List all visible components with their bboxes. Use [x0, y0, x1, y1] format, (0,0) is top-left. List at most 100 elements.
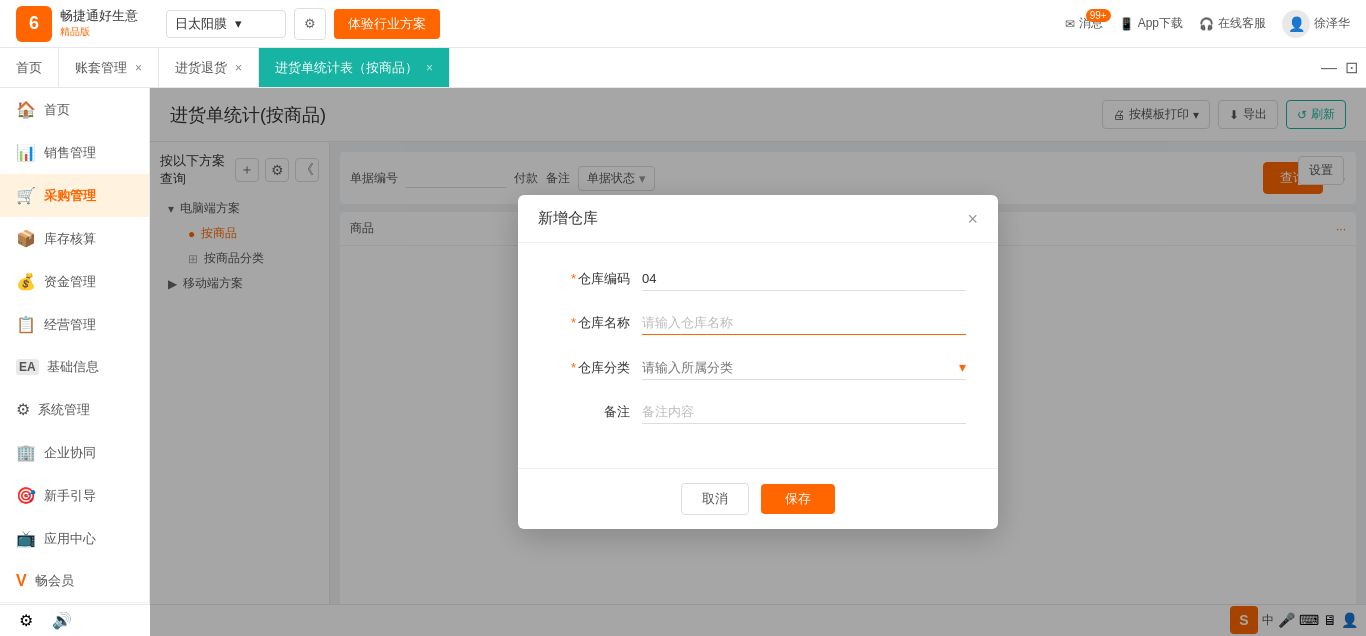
sidebar-item-basic-info[interactable]: EA 基础信息 [0, 346, 149, 388]
home-tab-label: 首页 [16, 59, 42, 77]
tab-purchase-stats[interactable]: 进货单统计表（按商品） × [259, 48, 450, 87]
sidebar-item-purchase[interactable]: 🛒 采购管理 [0, 174, 149, 217]
system-icon: ⚙ [16, 400, 30, 419]
sidebar: 🏠 首页 📊 销售管理 🛒 采购管理 📦 库存核算 💰 资金管理 📋 经营管理 … [0, 88, 150, 636]
enterprise-icon: 🏢 [16, 443, 36, 462]
chevron-down-icon: ▾ [235, 16, 242, 31]
sidebar-item-system[interactable]: ⚙ 系统管理 [0, 388, 149, 431]
operations-icon: 📋 [16, 315, 36, 334]
messages-btn[interactable]: ✉ 消息 99+ [1065, 15, 1103, 32]
store-selector[interactable]: 日太阳膜 ▾ [166, 10, 286, 38]
warehouse-code-input[interactable] [642, 267, 966, 291]
gear-icon: ⚙ [304, 16, 316, 31]
username: 徐泽华 [1314, 15, 1350, 32]
sidebar-item-inventory[interactable]: 📦 库存核算 [0, 217, 149, 260]
tab-bar: 首页 账套管理 × 进货退货 × 进货单统计表（按商品） × — ⊡ [0, 48, 1366, 88]
form-row-name: 仓库名称 [550, 311, 966, 335]
avatar: 👤 [1282, 10, 1310, 38]
sidebar-finance-label: 资金管理 [44, 273, 96, 291]
tab-accounts[interactable]: 账套管理 × [59, 48, 159, 87]
accounts-tab-label: 账套管理 [75, 59, 127, 77]
bottom-speaker-icon[interactable]: 🔊 [48, 607, 76, 635]
mobile-icon: 📱 [1119, 17, 1134, 31]
experience-button[interactable]: 体验行业方案 [334, 9, 440, 39]
online-service-btn[interactable]: 🎧 在线客服 [1199, 15, 1266, 32]
tab-controls: — ⊡ [1313, 48, 1366, 87]
sales-icon: 📊 [16, 143, 36, 162]
sidebar-item-enterprise[interactable]: 🏢 企业协同 [0, 431, 149, 474]
form-row-category: 仓库分类 ▾ [550, 355, 966, 380]
modal-body: 仓库编码 仓库名称 仓库分类 ▾ [518, 243, 998, 468]
name-label: 仓库名称 [550, 314, 630, 332]
main-layout: 🏠 首页 📊 销售管理 🛒 采购管理 📦 库存核算 💰 资金管理 📋 经营管理 … [0, 88, 1366, 636]
content-area: 进货单统计(按商品) 🖨 按模板打印 ▾ ⬇ 导出 ↺ 刷新 [150, 88, 1366, 636]
form-row-code: 仓库编码 [550, 267, 966, 291]
sidebar-purchase-label: 采购管理 [44, 187, 96, 205]
sidebar-system-label: 系统管理 [38, 401, 90, 419]
modal-header: 新增仓库 × [518, 195, 998, 243]
message-icon: ✉ [1065, 17, 1075, 31]
category-chevron-icon: ▾ [959, 359, 966, 375]
sidebar-sales-label: 销售管理 [44, 144, 96, 162]
sidebar-inventory-label: 库存核算 [44, 230, 96, 248]
sidebar-item-vip[interactable]: V 畅会员 [0, 560, 149, 602]
sidebar-vip-label: 畅会员 [35, 572, 74, 590]
settings-button[interactable]: ⚙ [294, 8, 326, 40]
bottom-settings-icon[interactable]: ⚙ [12, 607, 40, 635]
logo-badge: 精品版 [60, 25, 138, 39]
sidebar-app-center-label: 应用中心 [44, 530, 96, 548]
sidebar-item-finance[interactable]: 💰 资金管理 [0, 260, 149, 303]
store-name: 日太阳膜 [175, 15, 227, 33]
guide-icon: 🎯 [16, 486, 36, 505]
form-row-remark: 备注 [550, 400, 966, 424]
category-input[interactable] [642, 360, 959, 375]
category-label: 仓库分类 [550, 359, 630, 377]
purchase-stats-tab-close[interactable]: × [426, 61, 433, 75]
sidebar-item-guide[interactable]: 🎯 新手引导 [0, 474, 149, 517]
sidebar-home-label: 首页 [44, 101, 70, 119]
inventory-icon: 📦 [16, 229, 36, 248]
add-warehouse-modal: 新增仓库 × 仓库编码 仓库名称 [518, 195, 998, 529]
sidebar-item-app-center[interactable]: 📺 应用中心 [0, 517, 149, 560]
headphone-icon: 🎧 [1199, 17, 1214, 31]
top-header: 6 畅捷通好生意 精品版 日太阳膜 ▾ ⚙ 体验行业方案 ✉ 消息 99+ 📱 … [0, 0, 1366, 48]
remark-input[interactable] [642, 400, 966, 424]
app-download-btn[interactable]: 📱 App下载 [1119, 15, 1183, 32]
basic-info-icon: EA [16, 359, 39, 375]
tab-maximize-icon[interactable]: ⊡ [1345, 58, 1358, 77]
tab-purchase-return[interactable]: 进货退货 × [159, 48, 259, 87]
purchase-return-tab-label: 进货退货 [175, 59, 227, 77]
code-label: 仓库编码 [550, 270, 630, 288]
modal-footer: 取消 保存 [518, 468, 998, 529]
purchase-stats-tab-label: 进货单统计表（按商品） [275, 59, 418, 77]
sidebar-item-home[interactable]: 🏠 首页 [0, 88, 149, 131]
warehouse-name-input[interactable] [642, 311, 966, 335]
finance-icon: 💰 [16, 272, 36, 291]
modal-overlay: 新增仓库 × 仓库编码 仓库名称 [150, 88, 1366, 636]
tab-home[interactable]: 首页 [0, 48, 59, 87]
sidebar-item-operations[interactable]: 📋 经营管理 [0, 303, 149, 346]
purchase-return-tab-close[interactable]: × [235, 61, 242, 75]
remark-field-label: 备注 [550, 403, 630, 421]
sidebar-operations-label: 经营管理 [44, 316, 96, 334]
user-menu[interactable]: 👤 徐泽华 [1282, 10, 1350, 38]
cancel-button[interactable]: 取消 [681, 483, 749, 515]
app-logo-icon: 6 [16, 6, 52, 42]
modal-close-btn[interactable]: × [967, 210, 978, 228]
tab-minimize-icon[interactable]: — [1321, 59, 1337, 77]
save-button[interactable]: 保存 [761, 484, 835, 514]
message-badge: 99+ [1086, 9, 1111, 22]
sidebar-basic-info-label: 基础信息 [47, 358, 99, 376]
vip-icon: V [16, 572, 27, 590]
sidebar-guide-label: 新手引导 [44, 487, 96, 505]
modal-title: 新增仓库 [538, 209, 598, 228]
home-icon: 🏠 [16, 100, 36, 119]
category-selector[interactable]: ▾ [642, 355, 966, 380]
header-search-area: 日太阳膜 ▾ ⚙ 体验行业方案 [166, 8, 1065, 40]
app-center-icon: 📺 [16, 529, 36, 548]
sidebar-enterprise-label: 企业协同 [44, 444, 96, 462]
purchase-icon: 🛒 [16, 186, 36, 205]
accounts-tab-close[interactable]: × [135, 61, 142, 75]
sidebar-item-sales[interactable]: 📊 销售管理 [0, 131, 149, 174]
header-right: ✉ 消息 99+ 📱 App下载 🎧 在线客服 👤 徐泽华 [1065, 10, 1350, 38]
